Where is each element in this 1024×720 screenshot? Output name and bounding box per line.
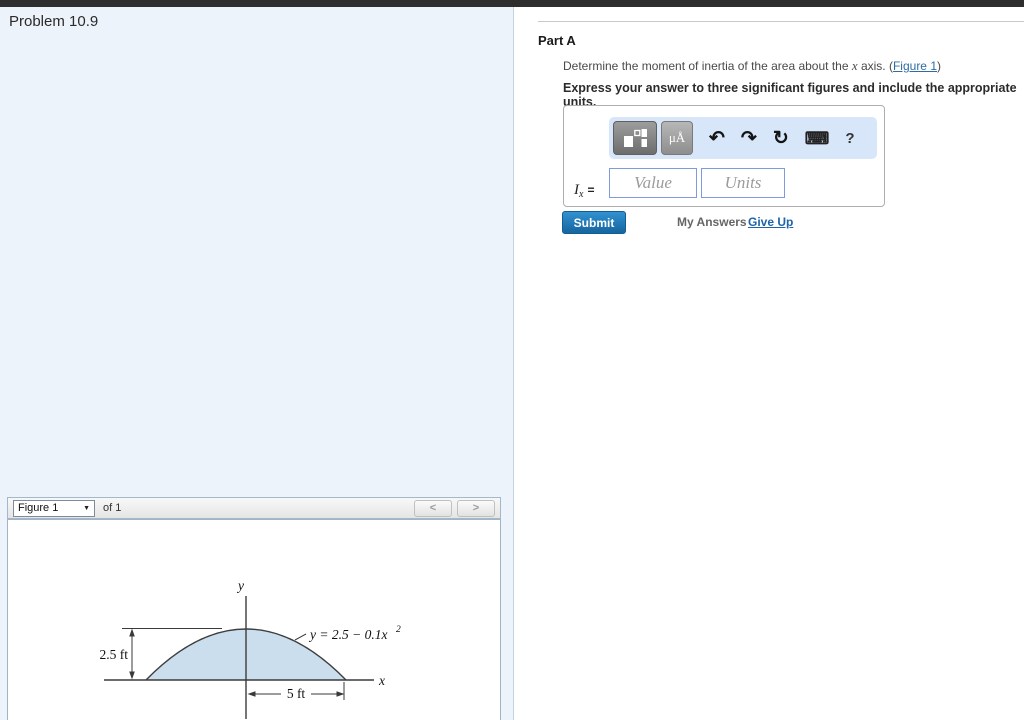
problem-title: Problem 10.9 — [9, 13, 99, 30]
arrowhead-right-icon — [336, 691, 345, 697]
reset-icon[interactable]: ↻ — [773, 129, 789, 148]
var-subscript-x: x — [579, 189, 584, 200]
units-button[interactable]: μÅ — [661, 121, 693, 155]
equation-toolbar: μÅ ↶ ↷ ↻ ⌨ ? — [609, 117, 877, 159]
figure-select[interactable]: Figure 1 ▼ — [13, 499, 95, 517]
redo-icon[interactable]: ↷ — [741, 129, 757, 148]
curve-equation-exponent: 2 — [396, 625, 401, 635]
figure-svg: y x 2.5 ft 5 ft y = 2.5 − 0.1x 2 — [100, 578, 401, 719]
figure-toolbar: Figure 1 ▼ of 1 < > — [7, 497, 501, 519]
question-text: Determine the moment of inertia of the a… — [563, 58, 941, 74]
question-mid: axis. ( — [857, 59, 893, 73]
figure-canvas: y x 2.5 ft 5 ft y = 2.5 − 0.1x 2 — [7, 519, 501, 720]
equals-sign: = — [587, 183, 595, 197]
y-axis-label: y — [236, 578, 244, 593]
prev-figure-button[interactable]: < — [414, 499, 452, 517]
exponent-template-icon — [624, 129, 647, 147]
value-input[interactable] — [609, 168, 697, 198]
curve-equation: y = 2.5 − 0.1x — [308, 627, 387, 642]
my-answers-label: My Answers — [677, 215, 747, 229]
help-icon[interactable]: ? — [845, 131, 854, 146]
top-bar — [0, 0, 1024, 7]
content-panel: Part A Determine the moment of inertia o… — [515, 7, 1024, 720]
give-up-link[interactable]: Give Up — [748, 215, 793, 229]
submit-button[interactable]: Submit — [562, 211, 626, 234]
arrowhead-up-icon — [129, 628, 135, 637]
figure-count: of 1 — [103, 502, 122, 514]
answer-box: μÅ ↶ ↷ ↻ ⌨ ? Ix = — [563, 105, 885, 207]
chevron-down-icon: ▼ — [83, 504, 90, 512]
chevron-left-icon: < — [429, 502, 437, 514]
undo-icon[interactable]: ↶ — [709, 129, 725, 148]
units-input[interactable] — [701, 168, 785, 198]
screen: Problem 10.9 Figure 1 ▼ of 1 < > y x 2.5… — [0, 0, 1024, 720]
arrowhead-left-icon — [247, 691, 256, 697]
figure-link[interactable]: Figure 1 — [893, 59, 937, 73]
template-button[interactable] — [613, 121, 657, 155]
width-label: 5 ft — [287, 686, 306, 701]
divider — [538, 21, 1024, 22]
question-suffix: ) — [937, 59, 941, 73]
part-a-heading: Part A — [538, 33, 576, 48]
leader-line — [294, 633, 307, 641]
keyboard-icon[interactable]: ⌨ — [805, 130, 830, 147]
x-axis-label: x — [378, 673, 385, 688]
figure-select-value: Figure 1 — [18, 502, 59, 514]
chevron-right-icon: > — [472, 502, 480, 514]
problem-panel: Problem 10.9 Figure 1 ▼ of 1 < > y x 2.5… — [0, 7, 514, 720]
next-figure-button[interactable]: > — [457, 499, 495, 517]
answer-variable-label: Ix = — [574, 181, 595, 200]
question-prefix: Determine the moment of inertia of the a… — [563, 59, 852, 73]
arrowhead-down-icon — [129, 671, 135, 680]
height-label: 2.5 ft — [100, 647, 129, 662]
